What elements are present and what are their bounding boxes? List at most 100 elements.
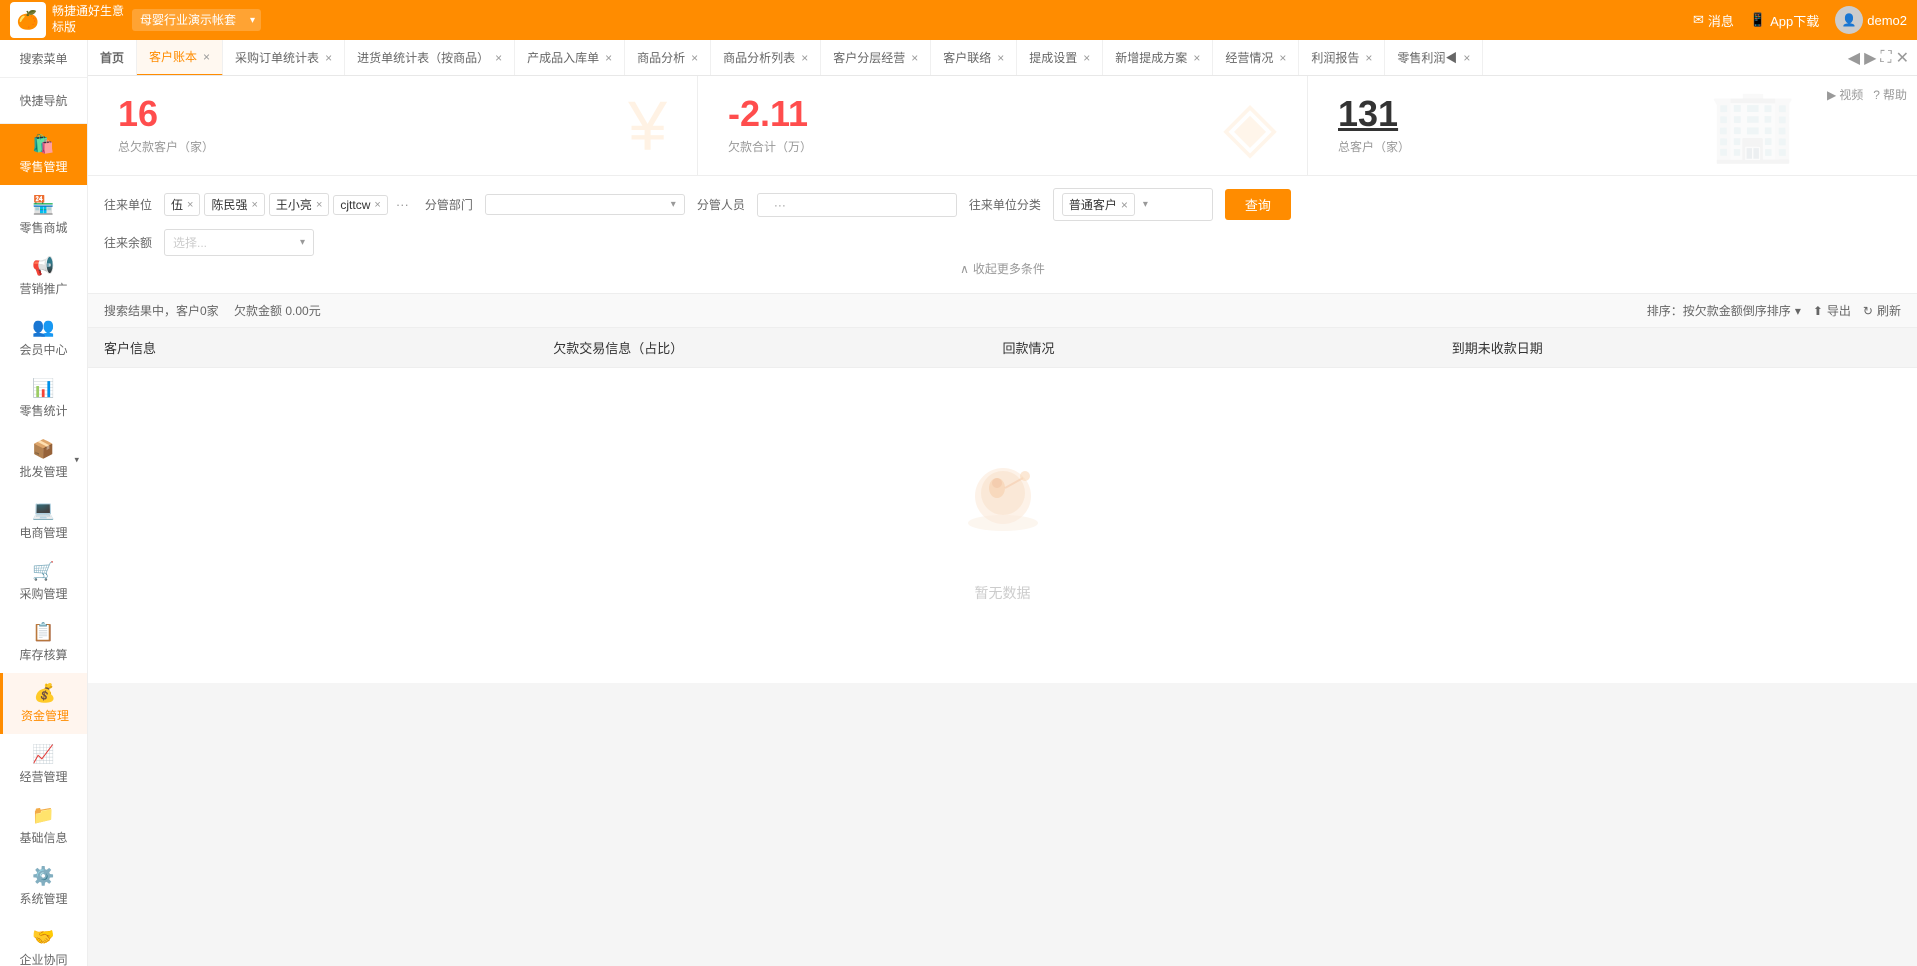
content-area: 首页 客户账本 × 采购订单统计表 × 进货单统计表（按商品） × 产成品入库单… xyxy=(88,40,1917,966)
export-btn[interactable]: ⬆ 导出 xyxy=(1813,302,1851,319)
ecom-icon: 💻 xyxy=(32,500,54,521)
collapse-label: 收起更多条件 xyxy=(973,260,1045,277)
sidebar-quick-nav[interactable]: 快捷导航 xyxy=(0,78,87,124)
refresh-btn[interactable]: ↻ 刷新 xyxy=(1863,302,1901,319)
tab-ops-status-label: 经营情况 xyxy=(1225,49,1273,66)
tab-customer-account[interactable]: 客户账本 × xyxy=(137,40,223,76)
tab-new-promo[interactable]: 新增提成方案 × xyxy=(1103,40,1213,76)
sidebar-item-inventory[interactable]: 📋 库存核算 xyxy=(0,612,87,673)
tab-home[interactable]: 首页 xyxy=(88,40,137,76)
help-link[interactable]: ? 帮助 xyxy=(1873,86,1907,103)
company-tag-0: 伍 × xyxy=(164,193,200,216)
sidebar-item-retail-mall[interactable]: 🏪 零售商城 xyxy=(0,185,87,246)
tab-scroll-right[interactable]: ▶ xyxy=(1864,48,1876,68)
phone-icon: 📱 xyxy=(1750,12,1766,28)
company-tag-0-close[interactable]: × xyxy=(187,199,193,211)
tab-customer-layer[interactable]: 客户分层经营 × xyxy=(821,40,931,76)
tab-ops-status[interactable]: 经营情况 × xyxy=(1213,40,1299,76)
tab-scroll-left[interactable]: ◀ xyxy=(1848,48,1860,68)
tab-product-stock[interactable]: 产成品入库单 × xyxy=(515,40,625,76)
tab-goods-list-close[interactable]: × xyxy=(801,51,808,65)
sidebar-item-finance[interactable]: 💰 资金管理 xyxy=(0,673,87,734)
sidebar-item-retail-stat[interactable]: 📊 零售统计 xyxy=(0,368,87,429)
person-select[interactable]: ··· xyxy=(757,193,957,217)
tab-profit-report-label: 利润报告 xyxy=(1311,49,1359,66)
tab-retail-profit-label: 零售利润◀ xyxy=(1397,49,1457,66)
category-tag: 普通客户 × xyxy=(1062,193,1135,216)
sidebar-item-basic[interactable]: 📁 基础信息 xyxy=(0,795,87,856)
category-select[interactable]: 普通客户 × ▾ xyxy=(1053,188,1213,221)
company-tag-1-close[interactable]: × xyxy=(251,199,257,211)
sidebar-search[interactable]: 搜索菜单 xyxy=(0,40,87,78)
tab-customer-contact[interactable]: 客户联络 × xyxy=(931,40,1017,76)
sidebar-item-marketing[interactable]: 📢 营销推广 xyxy=(0,246,87,307)
tab-goods-analysis-close[interactable]: × xyxy=(691,51,698,65)
sidebar-item-retail-mgmt[interactable]: 🛍️ 零售管理 xyxy=(0,124,87,185)
logo-text: 畅捷通好生意 标版 xyxy=(52,4,124,35)
balance-select[interactable]: 选择... ▾ xyxy=(164,229,314,256)
store-selector[interactable]: 母婴行业演示帐套 xyxy=(132,9,261,31)
sidebar-item-label: 零售商城 xyxy=(19,219,67,236)
tab-profit-report-close[interactable]: × xyxy=(1365,51,1372,65)
tab-promo-setting[interactable]: 提成设置 × xyxy=(1017,40,1103,76)
sidebar-item-purchase[interactable]: 🛒 采购管理 xyxy=(0,551,87,612)
collapse-icon: ∧ xyxy=(960,262,969,276)
stat-top-right: ▶ 视频 ? 帮助 xyxy=(1827,86,1907,103)
tab-stock-stat-label: 进货单统计表（按商品） xyxy=(357,49,489,66)
tab-new-promo-close[interactable]: × xyxy=(1193,51,1200,65)
tab-customer-contact-close[interactable]: × xyxy=(997,51,1004,65)
tab-promo-setting-close[interactable]: × xyxy=(1083,51,1090,65)
tab-goods-list[interactable]: 商品分析列表 × xyxy=(711,40,821,76)
sidebar-item-ecom[interactable]: 💻 电商管理 xyxy=(0,490,87,551)
dept-select[interactable]: ▾ xyxy=(485,194,685,215)
sidebar-item-system[interactable]: ⚙️ 系统管理 xyxy=(0,856,87,917)
sidebar-item-ops[interactable]: 📈 经营管理 xyxy=(0,734,87,795)
sidebar-item-label: 经营管理 xyxy=(19,768,67,785)
video-link[interactable]: ▶ 视频 xyxy=(1827,86,1863,103)
sidebar-item-enterprise[interactable]: 🤝 企业协同 xyxy=(0,917,87,966)
more-tags-btn[interactable]: ··· xyxy=(392,197,413,212)
filter-area: 往来单位 伍 × 陈民强 × 王小亮 × xyxy=(88,176,1917,294)
person-dots[interactable]: ··· xyxy=(770,198,790,212)
company-tag-3-close[interactable]: × xyxy=(374,199,380,211)
quick-nav-label[interactable]: 快捷导航 xyxy=(0,84,87,117)
company-tag-2-label: 王小亮 xyxy=(276,196,312,213)
tab-retail-profit[interactable]: 零售利润◀ × xyxy=(1385,40,1483,76)
data-table: 客户信息 欠款交易信息（占比） 回款情况 到期未收款日期 xyxy=(88,328,1917,683)
user-avatar[interactable]: 👤 demo2 xyxy=(1835,6,1907,34)
store-selector-wrap[interactable]: 母婴行业演示帐套 xyxy=(132,9,261,31)
tab-purchase-order-close[interactable]: × xyxy=(325,51,332,65)
tab-profit-report[interactable]: 利润报告 × xyxy=(1299,40,1385,76)
sidebar-item-member[interactable]: 👥 会员中心 xyxy=(0,307,87,368)
tab-purchase-order[interactable]: 采购订单统计表 × xyxy=(223,40,345,76)
company-tag-2-close[interactable]: × xyxy=(316,199,322,211)
tab-expand[interactable]: ⛶ xyxy=(1880,49,1891,67)
retail-stat-icon: 📊 xyxy=(32,378,54,399)
top-bar: 🍊 畅捷通好生意 标版 母婴行业演示帐套 ✉ 消息 📱 App下载 👤 demo… xyxy=(0,0,1917,40)
tab-retail-profit-close[interactable]: × xyxy=(1463,51,1470,65)
sidebar-item-wholesale[interactable]: 📦 批发管理 xyxy=(0,429,87,490)
tab-customer-layer-close[interactable]: × xyxy=(911,51,918,65)
tab-close-all[interactable]: ✕ xyxy=(1896,48,1909,68)
member-icon: 👥 xyxy=(32,317,54,338)
tab-goods-analysis[interactable]: 商品分析 × xyxy=(625,40,711,76)
search-menu-label[interactable]: 搜索菜单 xyxy=(19,52,67,66)
message-btn[interactable]: ✉ 消息 xyxy=(1693,11,1734,30)
tab-stock-stat[interactable]: 进货单统计表（按商品） × xyxy=(345,40,515,76)
category-tag-close[interactable]: × xyxy=(1121,198,1128,212)
tab-ops-status-close[interactable]: × xyxy=(1279,51,1286,65)
collapse-btn[interactable]: ∧ 收起更多条件 xyxy=(960,256,1045,281)
col-header-debt: 欠款交易信息（占比） xyxy=(553,338,1002,357)
company-tag-0-label: 伍 xyxy=(171,196,183,213)
company-tag-1-label: 陈民强 xyxy=(211,196,247,213)
system-icon: ⚙️ xyxy=(32,866,54,887)
tab-customer-account-close[interactable]: × xyxy=(203,50,210,64)
app-download-btn[interactable]: 📱 App下载 xyxy=(1750,11,1819,30)
tab-stock-stat-close[interactable]: × xyxy=(495,51,502,65)
help-icon: ? xyxy=(1873,88,1880,102)
tab-customer-contact-label: 客户联络 xyxy=(943,49,991,66)
empty-text: 暂无数据 xyxy=(975,583,1031,603)
tab-product-stock-close[interactable]: × xyxy=(605,51,612,65)
sort-select[interactable]: 排序：按欠款金额倒序排序 ▾ xyxy=(1647,302,1801,319)
query-button[interactable]: 查询 xyxy=(1225,189,1291,220)
